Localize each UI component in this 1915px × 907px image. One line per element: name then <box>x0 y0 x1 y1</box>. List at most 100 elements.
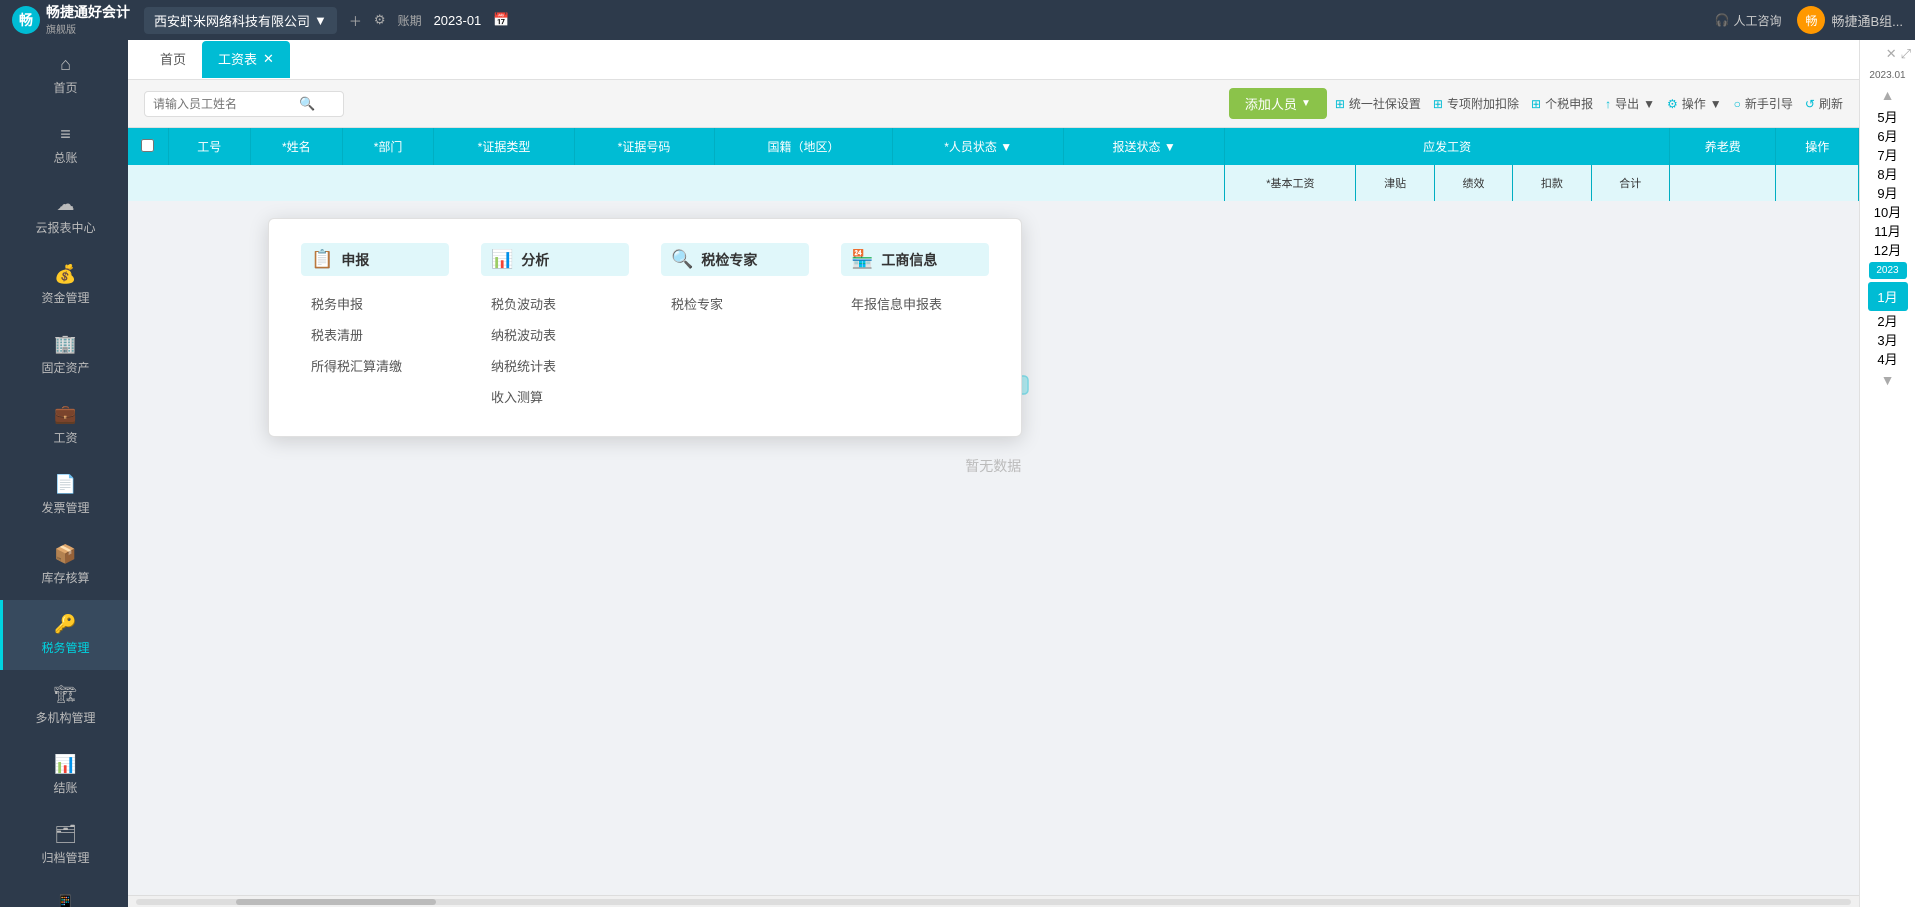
sidebar-label-inventory: 库存核算 <box>41 569 89 586</box>
month-feb[interactable]: 2月 <box>1877 311 1897 330</box>
tax-return-button[interactable]: ⊞ 个税申报 <box>1531 95 1593 112</box>
toolbar-actions: ⊞ 统一社保设置 ⊞ 专项附加扣除 ⊞ 个税申报 ↑ 导出 ▼ ⚙ <box>1335 95 1843 112</box>
top-actions: 🎧 人工咨询 畅 畅捷通B组... <box>1715 6 1903 34</box>
deduction-button[interactable]: ⊞ 专项附加扣除 <box>1433 95 1519 112</box>
tax-return-icon: ⊞ <box>1531 97 1541 111</box>
social-insurance-button[interactable]: ⊞ 统一社保设置 <box>1335 95 1421 112</box>
calendar-nav-down[interactable]: ▼ <box>1877 368 1899 392</box>
menu-item-tax-payment[interactable]: 纳税波动表 <box>481 319 629 350</box>
content-area: 首页 工资表 ✕ 🔍 添加人员 ▼ ⊞ 统一社保设置 <box>128 40 1859 907</box>
period-value: 2023-01 <box>434 13 482 28</box>
tab-bar: 首页 工资表 ✕ <box>128 40 1859 80</box>
tab-close-icon[interactable]: ✕ <box>263 51 274 67</box>
consult-button[interactable]: 🎧 人工咨询 <box>1715 12 1782 29</box>
analysis-icon: 📊 <box>491 249 513 270</box>
month-jun[interactable]: 6月 <box>1877 126 1897 145</box>
company-selector[interactable]: 西安虾米网络科技有限公司 ▼ <box>144 7 337 34</box>
sidebar-label-funds: 资金管理 <box>41 289 89 306</box>
home-icon: ⌂ <box>60 54 71 75</box>
export-button[interactable]: ↑ 导出 ▼ <box>1605 95 1655 112</box>
sidebar-item-assets[interactable]: 🏢 固定资产 <box>0 320 128 390</box>
sidebar-item-report[interactable]: 📱 小畅报销 <box>0 880 128 907</box>
status-filter-icon[interactable]: ▼ <box>1000 140 1012 154</box>
search-input[interactable] <box>153 97 293 111</box>
menu-item-tax-declaration[interactable]: 税务申报 <box>301 288 449 319</box>
close-panel-icon[interactable]: ✕ <box>1886 46 1897 62</box>
col-performance: 绩效 <box>1434 165 1512 201</box>
month-jan[interactable]: 1月 <box>1868 282 1908 311</box>
horizontal-scrollbar[interactable] <box>128 895 1859 907</box>
archive-icon: 🗂 <box>54 824 77 845</box>
col-operation: 操作 <box>1776 128 1859 165</box>
sidebar-item-invoice[interactable]: 📄 发票管理 <box>0 460 128 530</box>
month-may[interactable]: 5月 <box>1877 107 1897 126</box>
sidebar-label-assets: 固定资产 <box>41 359 89 376</box>
funds-icon: 💰 <box>54 264 76 285</box>
menu-item-tax-stats[interactable]: 纳税统计表 <box>481 350 629 381</box>
multiorg-icon: 🏗 <box>54 684 77 705</box>
sidebar-item-archive[interactable]: 🗂 归档管理 <box>0 810 128 880</box>
refresh-button[interactable]: ↺ 刷新 <box>1805 95 1843 112</box>
refresh-icon: ↺ <box>1805 97 1815 111</box>
month-dec[interactable]: 12月 <box>1874 240 1901 259</box>
sidebar-item-closing[interactable]: 📊 结账 <box>0 740 128 810</box>
month-oct[interactable]: 10月 <box>1874 202 1901 221</box>
operate-button[interactable]: ⚙ 操作 ▼ <box>1667 95 1722 112</box>
sidebar-item-inventory[interactable]: 📦 库存核算 <box>0 530 128 600</box>
tab-home[interactable]: 首页 <box>144 41 202 78</box>
sidebar-item-funds[interactable]: 💰 资金管理 <box>0 250 128 320</box>
panel-period: 2023.01 <box>1867 68 1907 83</box>
menu-item-annual-report[interactable]: 年报信息申报表 <box>841 288 989 319</box>
month-nov[interactable]: 11月 <box>1874 221 1901 240</box>
username: 畅捷通B组... <box>1831 11 1903 30</box>
menu-item-tax-burden[interactable]: 税负波动表 <box>481 288 629 319</box>
col-nationality: 国籍（地区） <box>714 128 893 165</box>
calendar-icon[interactable]: 📅 <box>493 12 509 28</box>
add-company-icon[interactable]: ＋ <box>349 11 362 30</box>
calendar-nav-up[interactable]: ▲ <box>1877 83 1899 107</box>
month-sep[interactable]: 9月 <box>1877 183 1897 202</box>
assets-icon: 🏢 <box>54 334 76 355</box>
col-employee-no: 工号 <box>168 128 250 165</box>
expand-panel-icon[interactable]: ⤢ <box>1901 46 1911 62</box>
sidebar-item-multiorg[interactable]: 🏗 多机构管理 <box>0 670 128 740</box>
general-icon: ≡ <box>60 124 71 145</box>
sidebar-item-general[interactable]: ≡ 总账 <box>0 110 128 180</box>
add-dropdown-icon: ▼ <box>1301 98 1311 109</box>
menu-item-tax-expert[interactable]: 税检专家 <box>661 288 809 319</box>
report-status-filter-icon[interactable]: ▼ <box>1164 140 1176 154</box>
add-person-button[interactable]: 添加人员 ▼ <box>1229 88 1327 119</box>
settings-icon[interactable]: ⚙ <box>374 12 386 28</box>
sidebar-item-cloud[interactable]: ☁ 云报表中心 <box>0 180 128 250</box>
month-jul[interactable]: 7月 <box>1877 145 1897 164</box>
company-name: 西安虾米网络科技有限公司 <box>154 11 310 30</box>
period-label: 账期 <box>398 12 422 29</box>
menu-item-tax-form[interactable]: 税表清册 <box>301 319 449 350</box>
col-id-type: *证据类型 <box>434 128 574 165</box>
tab-salary-table[interactable]: 工资表 ✕ <box>202 41 290 78</box>
scroll-thumb[interactable] <box>236 899 436 905</box>
month-apr[interactable]: 4月 <box>1877 349 1897 368</box>
logo-area: 畅 畅捷通好会计 旗舰版 <box>12 4 132 36</box>
month-aug[interactable]: 8月 <box>1877 164 1897 183</box>
dropdown-section-analysis: 📊 分析 税负波动表 纳税波动表 纳税统计表 收入测算 <box>465 235 645 420</box>
month-mar[interactable]: 3月 <box>1877 330 1897 349</box>
tax-expert-icon: 🔍 <box>671 249 693 270</box>
avatar: 畅 <box>1797 6 1825 34</box>
dropdown-arrow-icon: ▼ <box>314 13 327 28</box>
headset-icon: 🎧 <box>1715 13 1730 27</box>
declaration-icon: 📋 <box>311 249 333 270</box>
guide-btn-icon: ○ <box>1734 97 1741 111</box>
app-title: 畅捷通好会计 <box>46 4 130 21</box>
user-area[interactable]: 畅 畅捷通B组... <box>1797 6 1903 34</box>
menu-item-income-calc[interactable]: 收入测算 <box>481 381 629 412</box>
sidebar-item-home[interactable]: ⌂ 首页 <box>0 40 128 110</box>
sidebar-item-salary[interactable]: 💼 工资 <box>0 390 128 460</box>
select-all-checkbox[interactable] <box>141 139 154 152</box>
sidebar-label-cloud: 云报表中心 <box>35 219 95 236</box>
menu-item-income-tax[interactable]: 所得税汇算清缴 <box>301 350 449 381</box>
guide-button[interactable]: ○ 新手引导 <box>1734 95 1793 112</box>
sidebar-item-tax[interactable]: 🔑 税务管理 <box>0 600 128 670</box>
sidebar-label-invoice: 发票管理 <box>41 499 89 516</box>
col-checkbox[interactable] <box>128 128 168 165</box>
